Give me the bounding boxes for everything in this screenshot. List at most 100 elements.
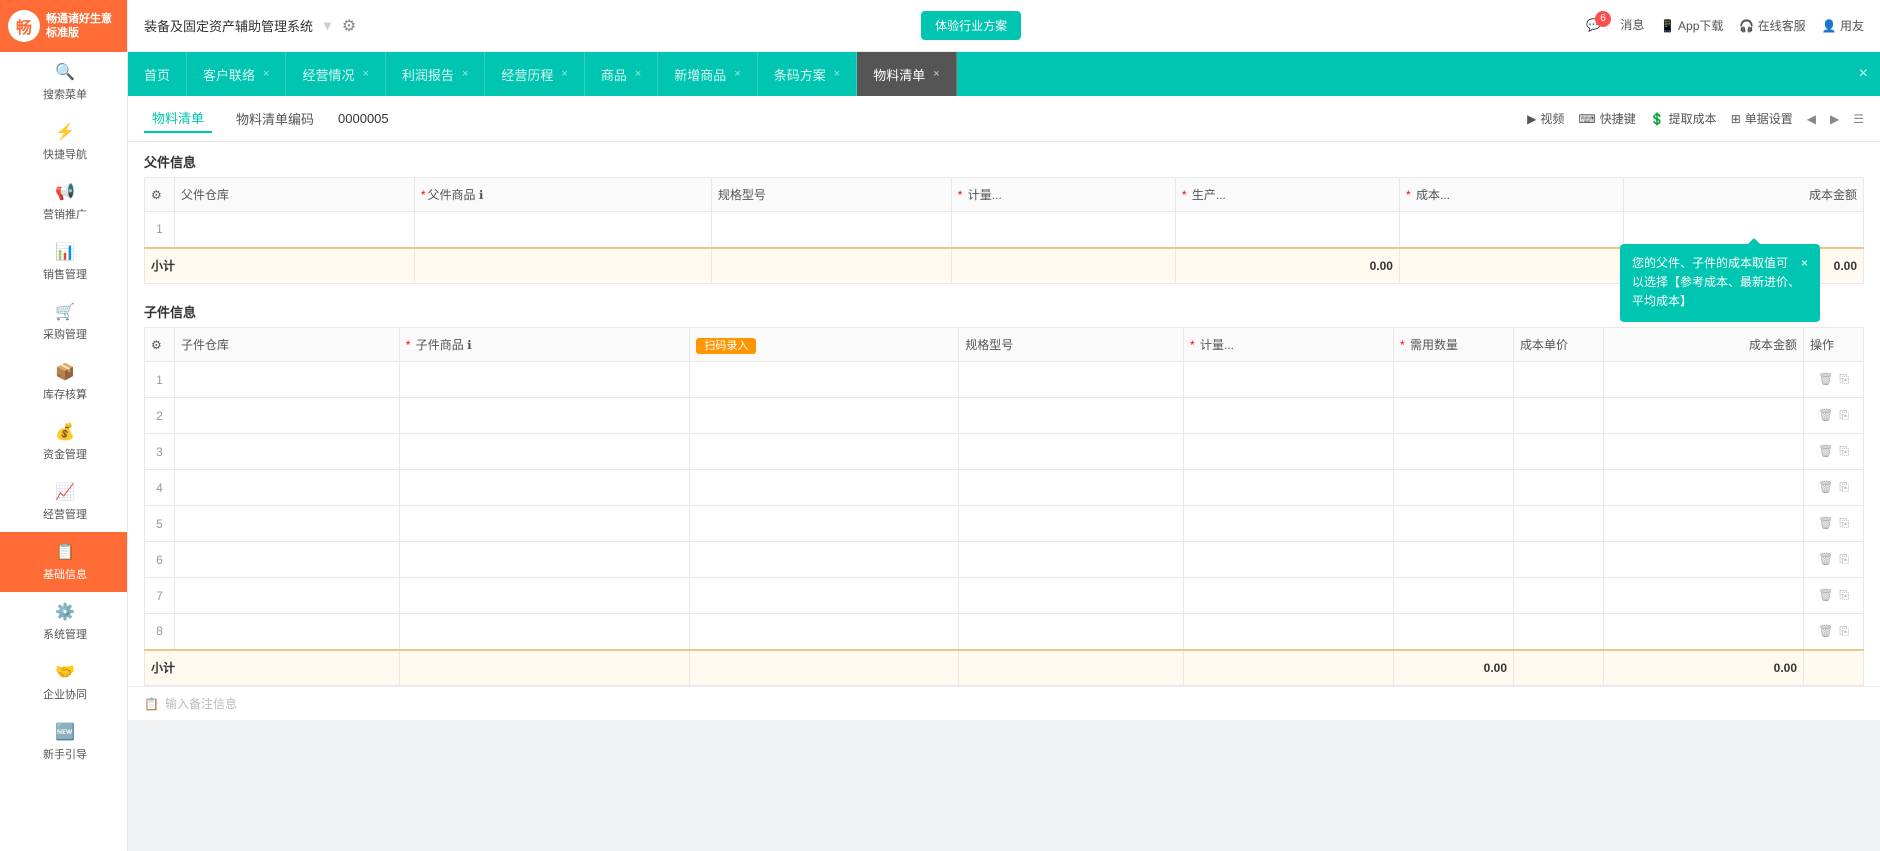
child-row-6-spec[interactable] [959,542,1184,578]
child-row-3-spec[interactable] [959,434,1184,470]
child-row-4-warehouse[interactable] [175,470,400,506]
child-row-8-unit[interactable] [1183,614,1393,650]
shortcut-btn[interactable]: ⌨ 快捷键 [1578,110,1635,127]
tab-bom-close[interactable]: × [933,68,939,80]
parent-row-1-production[interactable] [1175,212,1399,248]
child-row-2-copy-icon[interactable]: ⎘ [1839,408,1849,423]
child-row-8-warehouse[interactable] [175,614,400,650]
child-row-5-unit-price[interactable] [1514,506,1604,542]
nav-next[interactable]: ▶ [1830,112,1839,126]
gear-icon[interactable]: ⚙ [342,16,356,36]
child-row-2-unit-price[interactable] [1514,398,1604,434]
child-row-7-delete-icon[interactable]: 🗑 [1818,588,1833,603]
child-row-5-action[interactable]: 🗑 ⎘ [1804,506,1864,542]
child-row-8-spec[interactable] [959,614,1184,650]
child-row-4-spec[interactable] [959,470,1184,506]
child-row-8-qty[interactable] [1394,614,1514,650]
child-row-5-warehouse[interactable] [175,506,400,542]
child-row-6-unit-price[interactable] [1514,542,1604,578]
child-row-5-scan[interactable] [690,506,959,542]
extract-cost-btn[interactable]: 💲 提取成本 [1650,110,1717,127]
online-service[interactable]: 🎧 在线客服 [1739,17,1805,34]
tooltip-close-btn[interactable]: × [1801,254,1808,273]
tab-customer-close[interactable]: × [263,68,269,80]
sidebar-item-system[interactable]: ⚙️ 系统管理 [0,592,127,652]
tab-profit-close[interactable]: × [462,68,468,80]
layout-icon[interactable]: ☰ [1853,112,1864,126]
view-video-btn[interactable]: ▶ 视频 [1527,110,1564,127]
child-row-1-warehouse[interactable] [175,362,400,398]
child-row-1-qty[interactable] [1394,362,1514,398]
sidebar-item-operations[interactable]: 📈 经营管理 [0,472,127,532]
child-row-2-delete-icon[interactable]: 🗑 [1818,408,1833,423]
child-row-1-action[interactable]: 🗑 ⎘ [1804,362,1864,398]
child-row-6-copy-icon[interactable]: ⎘ [1839,552,1849,567]
child-col-settings[interactable]: ⚙ [145,328,175,362]
child-row-5-copy-icon[interactable]: ⎘ [1839,516,1849,531]
child-row-3-warehouse[interactable] [175,434,400,470]
child-row-3-product[interactable] [399,434,690,470]
child-row-4-qty[interactable] [1394,470,1514,506]
child-row-2-action[interactable]: 🗑 ⎘ [1804,398,1864,434]
child-row-4-scan[interactable] [690,470,959,506]
child-row-6-action[interactable]: 🗑 ⎘ [1804,542,1864,578]
child-row-2-unit[interactable] [1183,398,1393,434]
child-row-5-product[interactable] [399,506,690,542]
app-download[interactable]: 📱 App下载 [1660,17,1723,34]
sidebar-item-purchase[interactable]: 🛒 采购管理 [0,292,127,352]
child-row-6-warehouse[interactable] [175,542,400,578]
child-row-7-unit-price[interactable] [1514,578,1604,614]
child-row-4-delete-icon[interactable]: 🗑 [1818,480,1833,495]
child-row-3-copy-icon[interactable]: ⎘ [1839,444,1849,459]
tab-history-close[interactable]: × [561,68,567,80]
note-text[interactable]: 输入备注信息 [165,695,237,712]
parent-row-1-spec[interactable] [711,212,951,248]
tab-product-close[interactable]: × [635,68,641,80]
parent-row-1-unit[interactable] [951,212,1175,248]
message-item[interactable]: 💬6 消息 [1586,16,1644,35]
child-row-8-action[interactable]: 🗑 ⎘ [1804,614,1864,650]
child-row-1-scan[interactable] [690,362,959,398]
child-row-1-unit-price[interactable] [1514,362,1604,398]
tab-home[interactable]: 首页 [128,52,187,96]
child-row-5-delete-icon[interactable]: 🗑 [1818,516,1833,531]
sidebar-item-basic-info[interactable]: 📋 基础信息 [0,532,127,592]
tab-customer[interactable]: 客户联络 × [187,52,286,96]
child-row-7-qty[interactable] [1394,578,1514,614]
child-row-7-scan[interactable] [690,578,959,614]
child-row-1-copy-icon[interactable]: ⎘ [1839,372,1849,387]
sidebar-item-sales[interactable]: 📊 销售管理 [0,232,127,292]
child-row-2-warehouse[interactable] [175,398,400,434]
child-row-6-scan[interactable] [690,542,959,578]
parent-row-1-product[interactable] [414,212,711,248]
tab-profit[interactable]: 利润报告 × [386,52,485,96]
child-row-4-unit[interactable] [1183,470,1393,506]
child-row-7-action[interactable]: 🗑 ⎘ [1804,578,1864,614]
tab-new-product-close[interactable]: × [734,68,740,80]
parent-row-1-warehouse[interactable] [175,212,415,248]
child-row-1-product[interactable] [399,362,690,398]
sidebar-item-finance[interactable]: 💰 资金管理 [0,412,127,472]
child-row-4-copy-icon[interactable]: ⎘ [1839,480,1849,495]
tab-history[interactable]: 经营历程 × [485,52,584,96]
sidebar-item-guide[interactable]: 🆕 新手引导 [0,712,127,772]
child-row-3-scan[interactable] [690,434,959,470]
child-row-6-qty[interactable] [1394,542,1514,578]
child-row-5-qty[interactable] [1394,506,1514,542]
trial-button[interactable]: 体验行业方案 [921,11,1021,40]
tab-bom[interactable]: 物料清单 × [857,52,956,96]
child-row-5-unit[interactable] [1183,506,1393,542]
tab-product[interactable]: 商品 × [585,52,658,96]
child-row-3-action[interactable]: 🗑 ⎘ [1804,434,1864,470]
child-row-6-product[interactable] [399,542,690,578]
child-row-3-delete-icon[interactable]: 🗑 [1818,444,1833,459]
sub-tab-bom[interactable]: 物料清单 [144,104,212,133]
child-row-8-product[interactable] [399,614,690,650]
child-row-2-product[interactable] [399,398,690,434]
child-row-2-spec[interactable] [959,398,1184,434]
child-row-5-spec[interactable] [959,506,1184,542]
child-row-8-scan[interactable] [690,614,959,650]
sidebar-item-search[interactable]: 🔍 搜索菜单 [0,52,127,112]
child-row-8-copy-icon[interactable]: ⎘ [1839,624,1849,639]
user-avatar[interactable]: 👤 用友 [1822,17,1864,34]
